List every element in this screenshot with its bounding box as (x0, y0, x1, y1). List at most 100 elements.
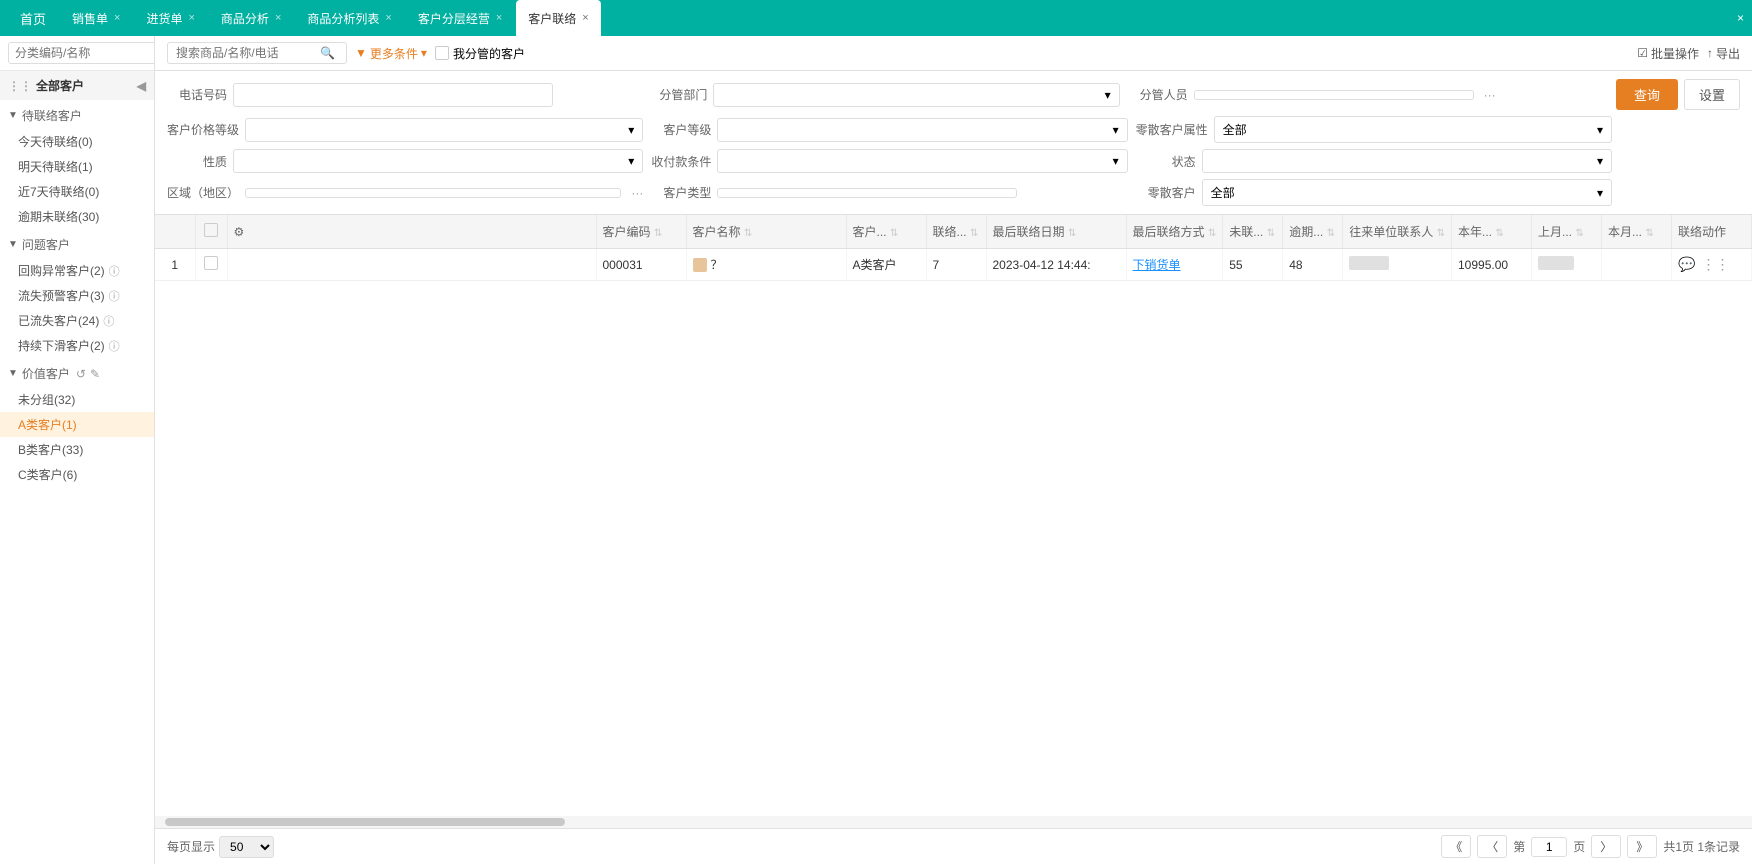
filter-customer-level: 客户等级 ▾ (651, 118, 1127, 142)
tab-sales-order[interactable]: 销售单 × (60, 0, 132, 36)
col-header-code[interactable]: 客户编码 ⇅ (596, 215, 686, 249)
chat-action-icon[interactable]: 💬 (1678, 256, 1695, 273)
col-header-method[interactable]: 最后联络方式 ⇅ (1126, 215, 1223, 249)
row-check-icon[interactable] (204, 256, 218, 270)
table-gear-icon[interactable]: ⚙ (234, 225, 245, 239)
export-button[interactable]: ↑ 导出 (1707, 45, 1740, 62)
tab-customer-contact[interactable]: 客户联络 × (516, 0, 600, 36)
pending-contact-section: ▼ 待联络客户 今天待联络(0) 明天待联络(1) 近7天待联络(0) 逾期未联… (0, 102, 154, 229)
action-icons-group: 💬 ⋮⋮ (1678, 256, 1745, 273)
more-filter-button[interactable]: ▼ 更多条件 ▾ (355, 45, 427, 62)
sidebar-all-customers[interactable]: ⋮⋮ 全部客户 ◀ (0, 71, 154, 100)
col-header-contact[interactable]: 联络... ⇅ (926, 215, 986, 249)
prev-page-button[interactable]: 〈 (1477, 835, 1507, 858)
first-page-button[interactable]: 《 (1441, 835, 1471, 858)
tab-customer-segmentation[interactable]: 客户分层经营 × (406, 0, 514, 36)
sidebar-item-declining[interactable]: 持续下滑客户(2) ⓘ (0, 333, 154, 358)
nature-select[interactable]: ▾ (233, 149, 643, 173)
table-area: ⚙ 客户编码 ⇅ 客户名称 ⇅ 客户... ⇅ (155, 215, 1752, 816)
row-checkbox[interactable] (195, 249, 227, 281)
staff-select[interactable] (1194, 90, 1474, 100)
sidebar-item-tomorrow[interactable]: 明天待联络(1) (0, 154, 154, 179)
query-button[interactable]: 查询 (1616, 79, 1678, 110)
filter-customer-type: 客户类型 (651, 184, 1127, 201)
sidebar-item-churned[interactable]: 已流失客户(24) ⓘ (0, 308, 154, 333)
sidebar-collapse-icon[interactable]: ◀ (137, 79, 146, 93)
col-header-year[interactable]: 本年... ⇅ (1452, 215, 1532, 249)
customer-level-select[interactable]: ▾ (717, 118, 1127, 142)
value-customer-title[interactable]: ▼ 价值客户 ↺ ✎ (0, 360, 154, 387)
sidebar-search-area: 🔍 (0, 36, 154, 71)
region-select[interactable] (245, 188, 621, 198)
page-number-input[interactable] (1531, 837, 1567, 857)
payment-select[interactable]: ▾ (717, 149, 1127, 173)
close-segmentation-tab[interactable]: × (496, 12, 502, 24)
close-purchase-tab[interactable]: × (188, 12, 194, 24)
close-all-button[interactable]: × (1737, 11, 1744, 25)
col-header-type[interactable]: 客户... ⇅ (846, 215, 926, 249)
col-header-date[interactable]: 最后联络日期 ⇅ (986, 215, 1126, 249)
close-contact-tab[interactable]: × (582, 12, 588, 24)
last-page-button[interactable]: 》 (1627, 835, 1657, 858)
region-label: 区域（地区） (167, 184, 239, 201)
select-all-checkbox[interactable] (204, 223, 218, 237)
value-edit-icon[interactable]: ✎ (90, 367, 100, 381)
close-product-list-tab[interactable]: × (385, 12, 391, 24)
payment-label: 收付款条件 (651, 153, 711, 170)
col-header-last-month[interactable]: 上月... ⇅ (1532, 215, 1602, 249)
search-icon[interactable]: 🔍 (320, 46, 335, 60)
status-select[interactable]: ▾ (1202, 149, 1612, 173)
sidebar-item-class-b[interactable]: B类客户(33) (0, 437, 154, 462)
price-level-select[interactable]: ▾ (245, 118, 643, 142)
next-page-button[interactable]: 〉 (1591, 835, 1621, 858)
settings-button[interactable]: 设置 (1684, 79, 1740, 110)
home-tab[interactable]: 首页 (8, 9, 58, 28)
sidebar-item-today[interactable]: 今天待联络(0) (0, 129, 154, 154)
scrollbar-thumb[interactable] (165, 818, 565, 826)
col-header-uncontact[interactable]: 未联... ⇅ (1223, 215, 1283, 249)
search-input[interactable] (176, 46, 316, 60)
sidebar-item-ungrouped[interactable]: 未分组(32) (0, 387, 154, 412)
sidebar-item-class-c[interactable]: C类客户(6) (0, 462, 154, 487)
checkbox-batch-icon: ☑ (1637, 46, 1648, 60)
col-header-this-month[interactable]: 本月... ⇅ (1602, 215, 1672, 249)
value-refresh-icon[interactable]: ↺ (76, 367, 86, 381)
sidebar-item-class-a[interactable]: A类客户(1) (0, 412, 154, 437)
col-header-overdue[interactable]: 逾期... ⇅ (1283, 215, 1343, 249)
customer-type-select[interactable] (717, 188, 1017, 198)
col-header-name[interactable]: 客户名称 ⇅ (686, 215, 846, 249)
close-sales-tab[interactable]: × (114, 12, 120, 24)
more-action-icon[interactable]: ⋮⋮ (1701, 256, 1729, 273)
my-customers-check-icon[interactable] (435, 46, 449, 60)
dept-select[interactable]: ▾ (713, 83, 1119, 107)
sidebar-search-input[interactable] (8, 42, 155, 64)
horizontal-scrollbar[interactable] (155, 816, 1752, 828)
retail-attr-select[interactable]: 全部 ▾ (1214, 116, 1612, 143)
batch-ops-button[interactable]: ☑ 批量操作 (1637, 45, 1699, 62)
my-customers-checkbox[interactable]: 我分管的客户 (435, 45, 525, 62)
staff-more-icon[interactable]: ··· (1484, 88, 1496, 102)
sort-code-icon: ⇅ (654, 228, 662, 239)
pagination: 《 〈 第 页 〉 》 共1页 1条记录 (1441, 835, 1740, 858)
filter-row-3: 性质 ▾ 收付款条件 ▾ 状态 (167, 149, 1740, 173)
price-level-label: 客户价格等级 (167, 121, 239, 138)
row-last-method[interactable]: 下销货单 (1126, 249, 1223, 281)
pending-contact-title[interactable]: ▼ 待联络客户 (0, 102, 154, 129)
retail-customer-select[interactable]: 全部 ▾ (1202, 179, 1612, 206)
page-size-select[interactable]: 50 100 200 (219, 836, 274, 858)
region-more-icon[interactable]: ··· (631, 186, 643, 200)
problem-customer-title[interactable]: ▼ 问题客户 (0, 231, 154, 258)
sidebar-item-overdue[interactable]: 逾期未联络(30) (0, 204, 154, 229)
table-row: 1 000031 ？ A类客户 7 (155, 249, 1752, 281)
close-product-analysis-tab[interactable]: × (275, 12, 281, 24)
sidebar-item-churn-warning[interactable]: 流失预警客户(3) ⓘ (0, 283, 154, 308)
sort-company-icon: ⇅ (1437, 228, 1445, 239)
tab-product-analysis[interactable]: 商品分析 × (209, 0, 293, 36)
phone-input[interactable] (233, 83, 553, 107)
tab-product-analysis-list[interactable]: 商品分析列表 × (295, 0, 403, 36)
col-header-company[interactable]: 往来单位联系人 ⇅ (1343, 215, 1452, 249)
tab-purchase-order[interactable]: 进货单 × (134, 0, 206, 36)
sidebar-item-7days[interactable]: 近7天待联络(0) (0, 179, 154, 204)
sidebar-item-abnormal-repurchase[interactable]: 回购异常客户(2) ⓘ (0, 258, 154, 283)
status-dropdown-icon: ▾ (1597, 154, 1603, 168)
